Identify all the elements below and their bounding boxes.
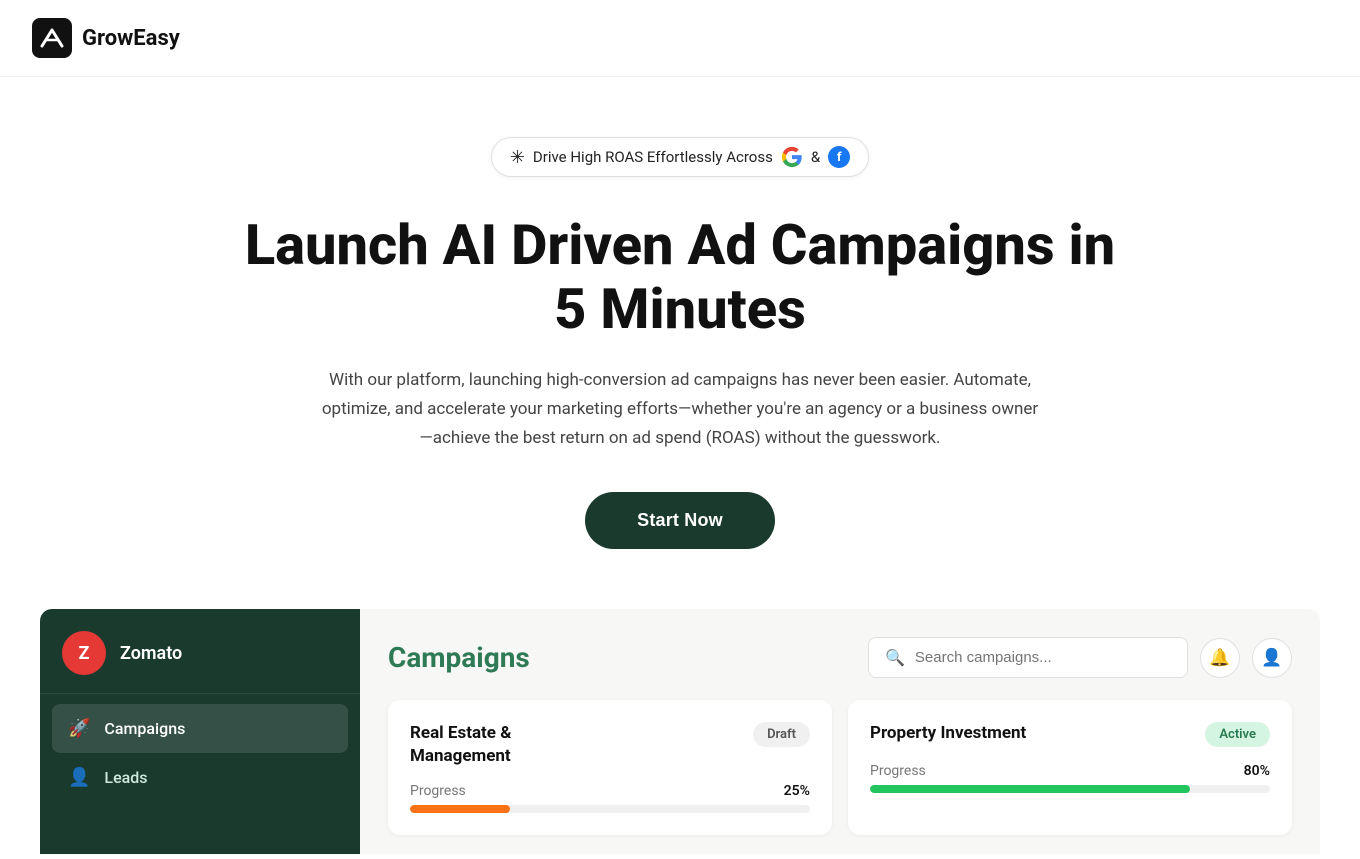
progress-pct-2: 80%: [1244, 763, 1270, 779]
search-input[interactable]: [915, 649, 1171, 666]
badge-star-icon: ✳: [510, 147, 525, 168]
start-now-button[interactable]: Start Now: [585, 492, 775, 549]
brand-name: Zomato: [120, 643, 182, 664]
sidebar-item-leads-label: Leads: [104, 768, 147, 787]
sidebar: Z Zomato 🚀 Campaigns 👤 Leads: [40, 609, 360, 854]
status-badge-1: Draft: [753, 722, 810, 747]
progress-pct-1: 25%: [784, 783, 810, 799]
brand-initial: Z: [79, 643, 90, 664]
hero-title: Launch AI Driven Ad Campaigns in 5 Minut…: [230, 213, 1130, 342]
card-title-1: Real Estate & Management: [410, 722, 590, 766]
campaign-cards: Real Estate & Management Draft Progress …: [388, 700, 1292, 834]
campaign-card-1: Real Estate & Management Draft Progress …: [388, 700, 832, 834]
card-title-2: Property Investment: [870, 722, 1026, 744]
hero-description: With our platform, launching high-conver…: [320, 366, 1040, 453]
sidebar-item-campaigns-label: Campaigns: [104, 719, 185, 738]
sidebar-item-leads[interactable]: 👤 Leads: [52, 753, 348, 802]
profile-button[interactable]: 👤: [1252, 638, 1292, 678]
progress-bar-fill-2: [870, 785, 1190, 793]
hero-section: ✳ Drive High ROAS Effortlessly Across & …: [0, 77, 1360, 589]
card-header-1: Real Estate & Management Draft: [410, 722, 810, 766]
leads-icon: 👤: [68, 767, 90, 788]
header: GrowEasy: [0, 0, 1360, 77]
search-icon: 🔍: [885, 648, 905, 667]
progress-bar-fill-1: [410, 805, 510, 813]
badge-text: Drive High ROAS Effortlessly Across: [533, 148, 773, 166]
progress-label-2: Progress 80%: [870, 763, 1270, 779]
campaigns-icon: 🚀: [68, 718, 90, 739]
logo-text: GrowEasy: [82, 26, 180, 51]
campaign-card-2: Property Investment Active Progress 80%: [848, 700, 1292, 834]
logo: GrowEasy: [32, 18, 180, 58]
card-header-2: Property Investment Active: [870, 722, 1270, 747]
notifications-button[interactable]: 🔔: [1200, 638, 1240, 678]
panel-header: Campaigns 🔍 🔔 👤: [388, 637, 1292, 678]
logo-icon: [32, 18, 72, 58]
status-badge-2: Active: [1205, 722, 1270, 747]
sidebar-nav: 🚀 Campaigns 👤 Leads: [40, 694, 360, 812]
progress-label-1: Progress 25%: [410, 783, 810, 799]
preview-section: Z Zomato 🚀 Campaigns 👤 Leads Campaigns 🔍: [0, 609, 1360, 854]
header-actions: 🔍 🔔 👤: [868, 637, 1292, 678]
sidebar-brand: Z Zomato: [40, 609, 360, 694]
brand-avatar: Z: [62, 631, 106, 675]
panel-title: Campaigns: [388, 641, 530, 674]
sidebar-item-campaigns[interactable]: 🚀 Campaigns: [52, 704, 348, 753]
progress-bar-bg-1: [410, 805, 810, 813]
google-icon: [781, 146, 803, 168]
facebook-icon: f: [828, 146, 850, 168]
badge-separator: &: [811, 148, 820, 166]
search-bar: 🔍: [868, 637, 1188, 678]
main-panel: Campaigns 🔍 🔔 👤 Real Estate & Management…: [360, 609, 1320, 854]
hero-badge: ✳ Drive High ROAS Effortlessly Across & …: [491, 137, 869, 177]
progress-bar-bg-2: [870, 785, 1270, 793]
